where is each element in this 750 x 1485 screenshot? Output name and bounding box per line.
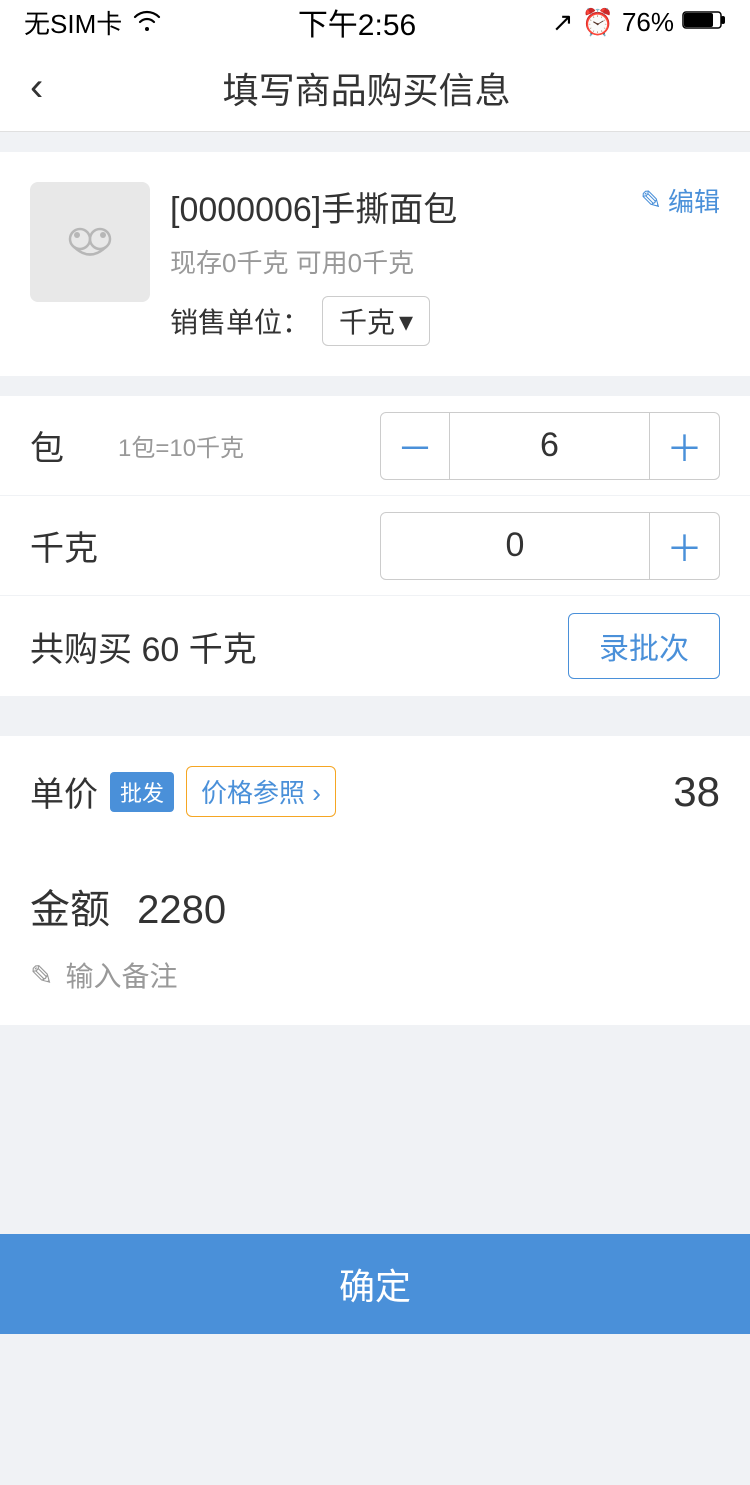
batch-button[interactable]: 录批次 bbox=[568, 613, 720, 679]
kilogram-row: 千克 0 ＋ bbox=[0, 496, 750, 596]
product-image bbox=[30, 182, 150, 302]
kilogram-label: 千克 bbox=[30, 521, 110, 570]
product-info: [0000006]手撕面包 现存0千克 可用0千克 销售单位： 千克 ▾ bbox=[170, 182, 720, 346]
price-left: 单价 批发 价格参照 › bbox=[30, 766, 336, 817]
dropdown-arrow: ▾ bbox=[399, 305, 413, 338]
price-value: 38 bbox=[673, 768, 720, 816]
kg-plus-icon: ＋ bbox=[666, 520, 702, 572]
price-ref-label: 价格参照 › bbox=[201, 773, 321, 810]
plus-icon: ＋ bbox=[666, 420, 702, 472]
batch-label: 录批次 bbox=[599, 633, 689, 666]
carrier-text: 无SIM卡 bbox=[24, 4, 122, 41]
total-text: 共购买 60 千克 bbox=[30, 622, 257, 671]
status-left: 无SIM卡 bbox=[24, 4, 162, 41]
page-title: 填写商品购买信息 bbox=[63, 62, 670, 114]
confirm-button[interactable]: 确定 bbox=[0, 1234, 750, 1334]
amount-card: 金额 2280 ✎ 输入备注 bbox=[0, 847, 750, 1025]
nav-bar: ‹ 填写商品购买信息 bbox=[0, 44, 750, 132]
price-badge: 批发 bbox=[110, 772, 174, 812]
amount-value: 2280 bbox=[137, 888, 226, 932]
status-right: ↗ ⏰ 76% bbox=[552, 7, 726, 38]
package-minus-button[interactable]: － bbox=[380, 412, 450, 480]
package-label: 包 bbox=[30, 421, 110, 470]
note-icon: ✎ bbox=[30, 959, 53, 992]
total-row: 共购买 60 千克 录批次 bbox=[0, 596, 750, 696]
product-stock: 现存0千克 可用0千克 bbox=[170, 243, 720, 280]
back-button[interactable]: ‹ bbox=[30, 65, 43, 110]
kilogram-value[interactable]: 0 bbox=[380, 512, 650, 580]
status-time: 下午2:56 bbox=[298, 0, 416, 44]
amount-text: 金额 2280 bbox=[30, 877, 720, 935]
package-value[interactable]: 6 bbox=[450, 412, 650, 480]
product-name: [0000006]手撕面包 bbox=[170, 182, 720, 231]
package-sublabel: 1包=10千克 bbox=[118, 428, 380, 463]
battery-icon bbox=[682, 7, 726, 38]
unit-label: 销售单位： bbox=[170, 301, 310, 341]
price-label: 单价 bbox=[30, 767, 98, 816]
battery-text: 76% bbox=[622, 7, 674, 38]
note-placeholder: 输入备注 bbox=[65, 955, 177, 995]
alarm-icon: ⏰ bbox=[582, 7, 614, 38]
package-section: 包 1包=10千克 － 6 ＋ 千克 0 ＋ bbox=[0, 396, 750, 596]
package-row: 包 1包=10千克 － 6 ＋ bbox=[0, 396, 750, 496]
note-row[interactable]: ✎ 输入备注 bbox=[30, 955, 720, 995]
unit-value: 千克 bbox=[339, 301, 395, 341]
kilogram-controls: 0 ＋ bbox=[380, 512, 720, 580]
location-icon: ↗ bbox=[552, 7, 574, 38]
wifi-icon bbox=[132, 7, 162, 38]
status-bar: 无SIM卡 下午2:56 ↗ ⏰ 76% bbox=[0, 0, 750, 44]
price-section: 单价 批发 价格参照 › 38 bbox=[0, 736, 750, 847]
minus-icon: － bbox=[397, 420, 433, 472]
package-controls: － 6 ＋ bbox=[380, 412, 720, 480]
package-plus-button[interactable]: ＋ bbox=[650, 412, 720, 480]
confirm-label: 确定 bbox=[339, 1258, 411, 1310]
edit-label: 编辑 bbox=[668, 182, 720, 219]
unit-dropdown[interactable]: 千克 ▾ bbox=[322, 296, 430, 346]
divider-1 bbox=[0, 376, 750, 396]
product-card: [0000006]手撕面包 现存0千克 可用0千克 销售单位： 千克 ▾ ✎ 编… bbox=[0, 152, 750, 376]
divider-2 bbox=[0, 696, 750, 716]
product-unit-row: 销售单位： 千克 ▾ bbox=[170, 296, 720, 346]
price-ref-button[interactable]: 价格参照 › bbox=[186, 766, 336, 817]
edit-icon: ✎ bbox=[640, 185, 662, 216]
kilogram-plus-button[interactable]: ＋ bbox=[650, 512, 720, 580]
amount-label: 金额 bbox=[30, 888, 110, 932]
edit-button[interactable]: ✎ 编辑 bbox=[640, 182, 720, 219]
